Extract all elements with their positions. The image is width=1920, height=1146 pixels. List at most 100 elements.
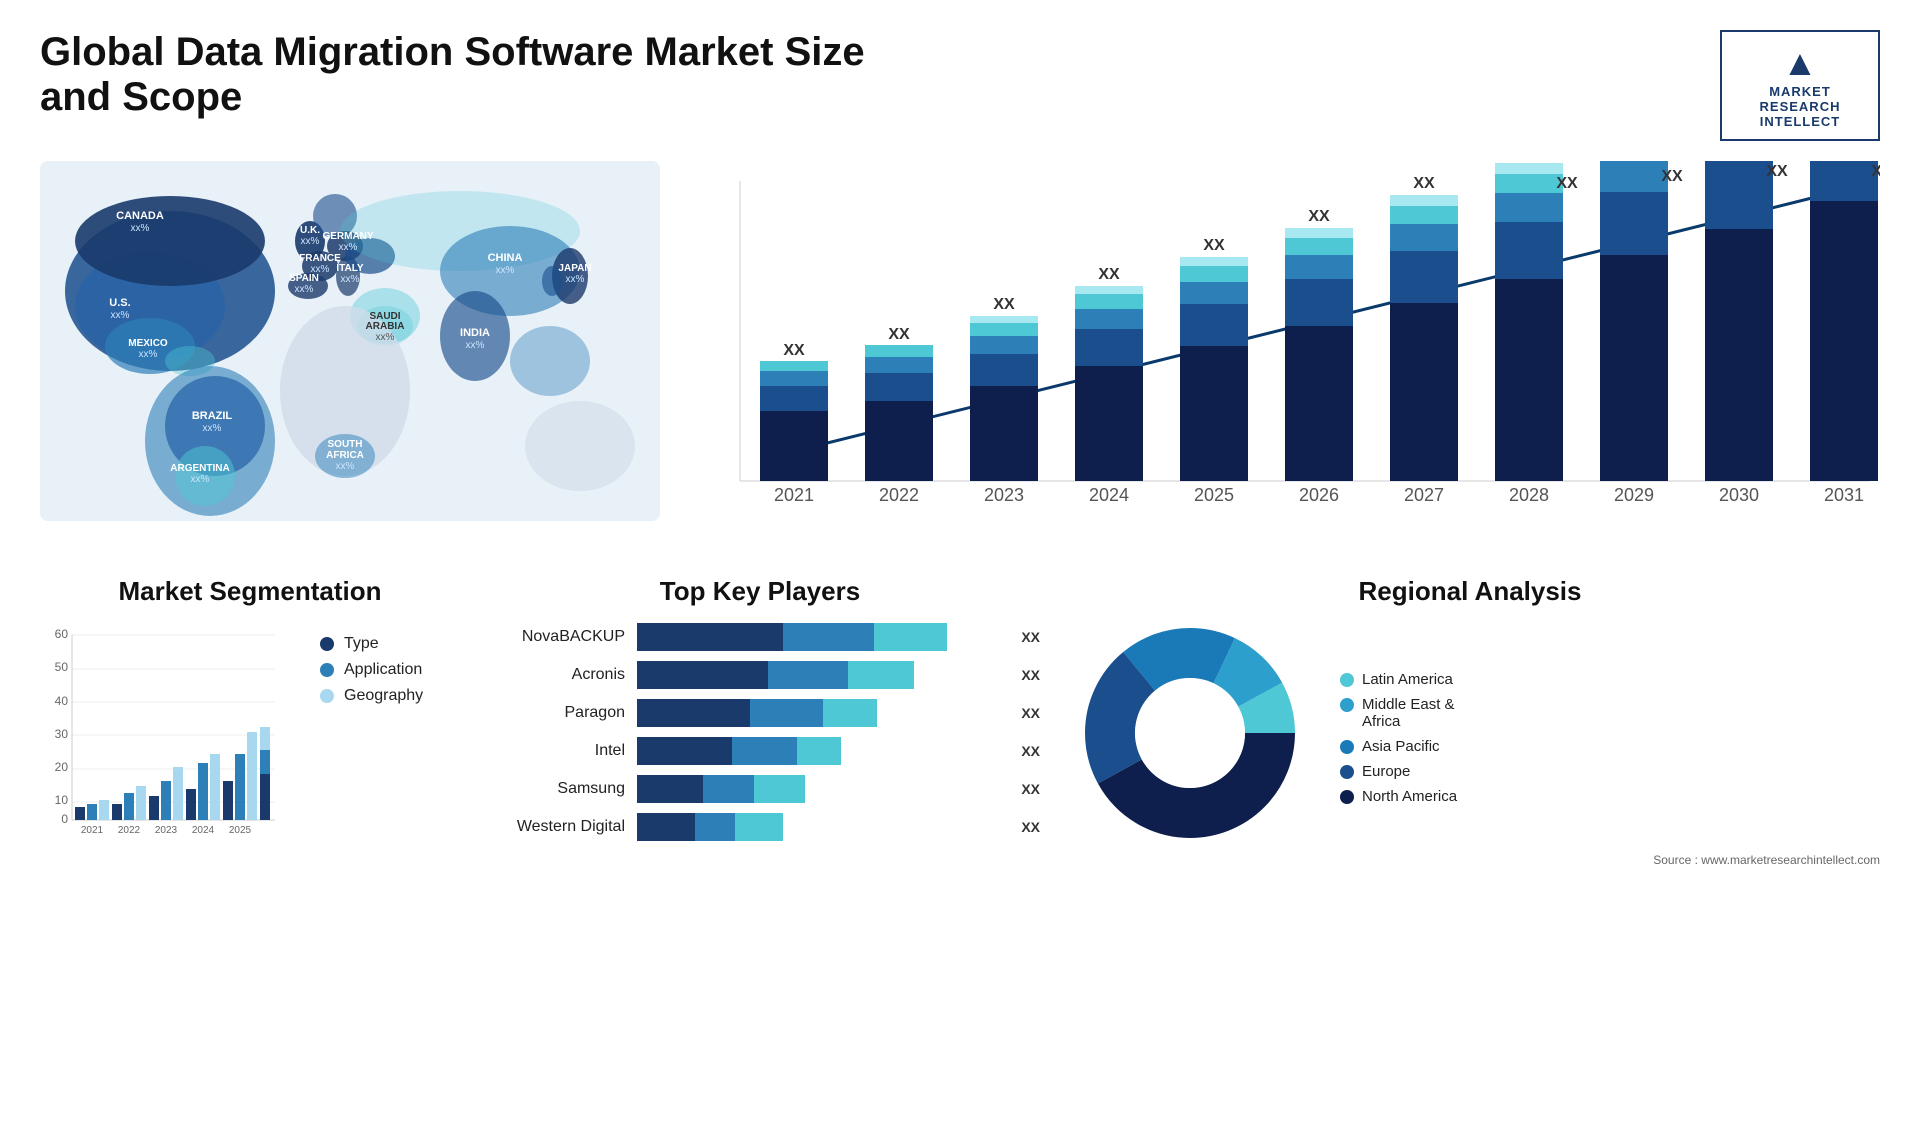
players-section: Top Key Players NovaBACKUP XX Acronis XX… <box>480 576 1040 867</box>
player-xx-samsung: XX <box>1021 781 1040 797</box>
svg-text:xx%: xx% <box>203 423 222 434</box>
svg-text:xx%: xx% <box>301 236 320 247</box>
legend-label-europe: Europe <box>1362 763 1410 780</box>
svg-text:XX: XX <box>1766 163 1788 180</box>
svg-text:2028: 2028 <box>1509 485 1549 505</box>
bar-mid <box>732 737 798 765</box>
svg-text:XX: XX <box>1413 175 1435 192</box>
svg-text:ITALY: ITALY <box>336 263 364 274</box>
svg-text:FRANCE: FRANCE <box>299 253 341 264</box>
bar-mid <box>703 775 754 803</box>
bar-mid <box>783 623 874 651</box>
svg-text:2022: 2022 <box>879 485 919 505</box>
logo-icon: ▲ <box>1782 42 1818 84</box>
legend-item-geography: Geography <box>320 687 423 705</box>
map-svg: CANADA xx% U.S. xx% MEXICO xx% BRAZIL xx… <box>40 161 660 521</box>
svg-text:20: 20 <box>55 760 69 774</box>
player-bar-western <box>637 813 1001 841</box>
type-color-dot <box>320 637 334 651</box>
segmentation-chart: 60 50 40 30 20 10 0 2021 <box>40 623 280 843</box>
player-xx-intel: XX <box>1021 743 1040 759</box>
bar-dark <box>637 699 750 727</box>
bar-dark <box>637 737 732 765</box>
svg-text:2025: 2025 <box>229 825 252 836</box>
svg-text:2023: 2023 <box>984 485 1024 505</box>
player-bar-novabackup <box>637 623 1001 651</box>
legend-europe: Europe <box>1340 763 1457 780</box>
svg-text:2022: 2022 <box>118 825 141 836</box>
svg-text:xx%: xx% <box>466 340 485 351</box>
legend-label-type: Type <box>344 635 379 653</box>
bar-light <box>848 661 914 689</box>
regional-bottom: Latin America Middle East &Africa Asia P… <box>1060 623 1880 843</box>
bar-dark <box>637 775 703 803</box>
player-xx-acronis: XX <box>1021 667 1040 683</box>
bar-light <box>823 699 878 727</box>
bar-light <box>797 737 841 765</box>
player-bar-paragon <box>637 699 1001 727</box>
svg-text:2029: 2029 <box>1614 485 1654 505</box>
svg-text:CANADA: CANADA <box>116 210 164 222</box>
svg-text:xx%: xx% <box>336 461 355 472</box>
legend-north-america: North America <box>1340 788 1457 805</box>
player-row-acronis: Acronis XX <box>480 661 1040 689</box>
legend-item-application: Application <box>320 661 423 679</box>
logo-line3: INTELLECT <box>1760 114 1841 129</box>
svg-text:xx%: xx% <box>191 474 210 485</box>
regional-legend: Latin America Middle East &Africa Asia P… <box>1340 671 1457 805</box>
bar-light <box>874 623 947 651</box>
bar-dark <box>637 661 768 689</box>
logo: ▲ MARKET RESEARCH INTELLECT <box>1720 30 1880 141</box>
europe-dot <box>1340 765 1354 779</box>
svg-text:2025: 2025 <box>1194 485 1234 505</box>
latin-america-dot <box>1340 673 1354 687</box>
bar-chart-section: 2021 XX 2022 XX 2023 XX 2024 XX <box>680 161 1880 546</box>
legend-label-geography: Geography <box>344 687 423 705</box>
svg-text:XX: XX <box>1871 163 1880 180</box>
svg-text:ARGENTINA: ARGENTINA <box>170 463 229 474</box>
svg-text:XX: XX <box>1661 168 1683 185</box>
svg-text:2027: 2027 <box>1404 485 1444 505</box>
world-map: CANADA xx% U.S. xx% MEXICO xx% BRAZIL xx… <box>40 161 660 521</box>
legend-item-type: Type <box>320 635 423 653</box>
segmentation-legend: Type Application Geography <box>300 635 423 705</box>
svg-text:XX: XX <box>993 296 1015 313</box>
svg-text:xx%: xx% <box>131 223 150 234</box>
segmentation-section: Market Segmentation 60 50 40 30 20 10 0 <box>40 576 460 867</box>
player-row-paragon: Paragon XX <box>480 699 1040 727</box>
svg-text:2024: 2024 <box>192 825 215 836</box>
bar-light <box>735 813 782 841</box>
svg-text:30: 30 <box>55 727 69 741</box>
map-section: CANADA xx% U.S. xx% MEXICO xx% BRAZIL xx… <box>40 161 660 546</box>
svg-text:xx%: xx% <box>139 349 158 360</box>
svg-text:xx%: xx% <box>295 284 314 295</box>
svg-text:2024: 2024 <box>1089 485 1129 505</box>
bar-dark <box>637 623 783 651</box>
player-bar-intel <box>637 737 1001 765</box>
player-name-western: Western Digital <box>480 818 625 836</box>
svg-text:60: 60 <box>55 627 69 641</box>
regional-section: Regional Analysis <box>1060 576 1880 867</box>
player-name-paragon: Paragon <box>480 704 625 722</box>
legend-label-north-america: North America <box>1362 788 1457 805</box>
svg-text:U.S.: U.S. <box>109 297 130 309</box>
legend-asia-pacific: Asia Pacific <box>1340 738 1457 755</box>
top-section: CANADA xx% U.S. xx% MEXICO xx% BRAZIL xx… <box>40 161 1880 546</box>
svg-text:40: 40 <box>55 694 69 708</box>
svg-text:MEXICO: MEXICO <box>128 338 168 349</box>
legend-middle-east: Middle East &Africa <box>1340 696 1457 730</box>
svg-text:SOUTH: SOUTH <box>328 439 363 450</box>
bar-mid <box>695 813 735 841</box>
bar-mid <box>768 661 848 689</box>
legend-label-application: Application <box>344 661 422 679</box>
player-row-samsung: Samsung XX <box>480 775 1040 803</box>
bar-light <box>754 775 805 803</box>
svg-text:2021: 2021 <box>81 825 104 836</box>
svg-text:XX: XX <box>1556 175 1578 192</box>
svg-text:10: 10 <box>55 793 69 807</box>
svg-text:2021: 2021 <box>774 485 814 505</box>
source-text: Source : www.marketresearchintellect.com <box>1060 853 1880 867</box>
logo-line2: RESEARCH <box>1760 99 1841 114</box>
asia-pacific-dot <box>1340 740 1354 754</box>
svg-text:BRAZIL: BRAZIL <box>192 410 233 422</box>
